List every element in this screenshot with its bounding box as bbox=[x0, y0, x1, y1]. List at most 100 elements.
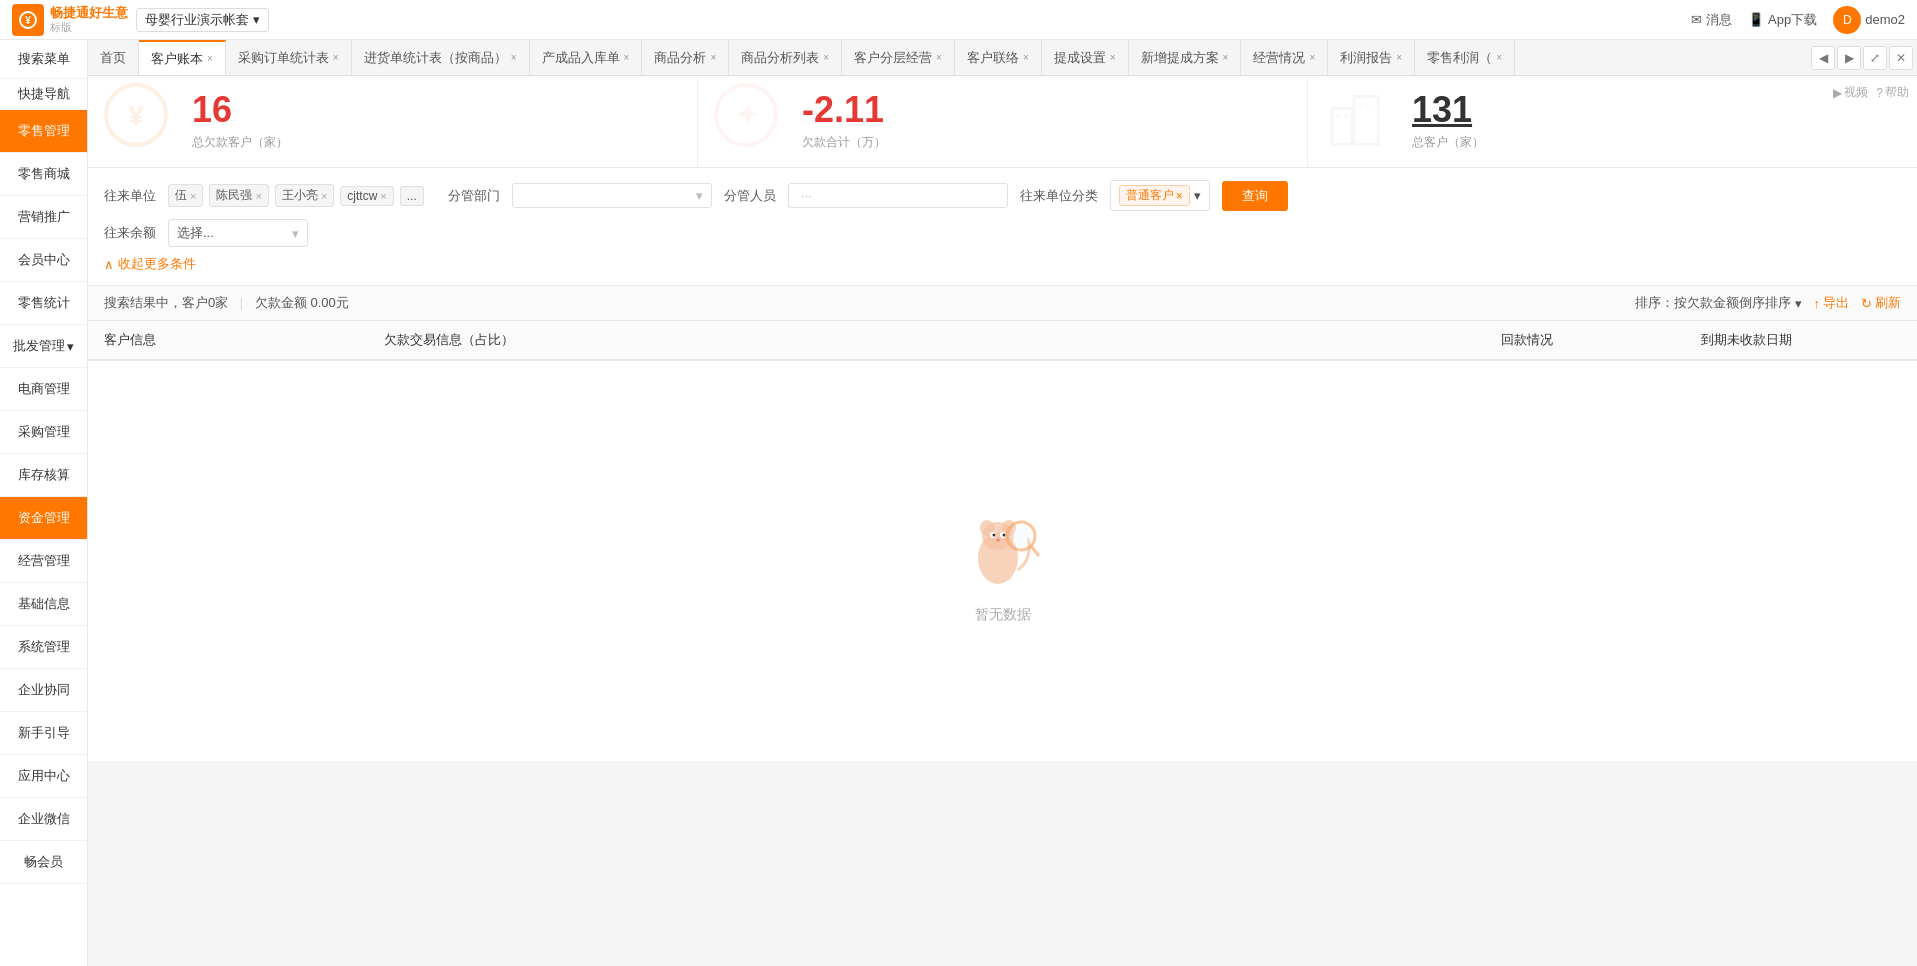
tab-purchase-order-close[interactable]: × bbox=[333, 52, 339, 63]
export-button[interactable]: ↑ 导出 bbox=[1814, 294, 1850, 312]
unit-class-tag-remove[interactable]: × bbox=[1176, 189, 1183, 203]
message-btn[interactable]: ✉ 消息 bbox=[1691, 11, 1732, 29]
sidebar-item-retail-stats[interactable]: 零售统计 bbox=[0, 282, 87, 325]
svg-text:¥: ¥ bbox=[25, 15, 31, 26]
tab-inbound-stats[interactable]: 进货单统计表（按商品） × bbox=[352, 40, 530, 76]
video-label: 视频 bbox=[1844, 84, 1868, 101]
stats-bar: ¥ 16 总欠款客户（家） ✦ -2.11 欠款合计（万） bbox=[88, 76, 1917, 168]
tab-business-close[interactable]: × bbox=[1309, 52, 1315, 63]
sidebar-item-enterprise-wechat[interactable]: 企业微信 bbox=[0, 798, 87, 841]
tab-customer-cost[interactable]: 客户账本 × bbox=[139, 40, 226, 76]
person-select[interactable]: ··· bbox=[788, 183, 1008, 208]
message-label: 消息 bbox=[1706, 11, 1732, 29]
tab-scroll-left-btn[interactable]: ◀ bbox=[1811, 46, 1835, 70]
tab-customer-segment[interactable]: 客户分层经营 × bbox=[842, 40, 955, 76]
refresh-label: 刷新 bbox=[1875, 294, 1901, 312]
tab-scroll-right-btn[interactable]: ▶ bbox=[1837, 46, 1861, 70]
sidebar-item-member-plus[interactable]: 畅会员 bbox=[0, 841, 87, 884]
sidebar-item-inventory[interactable]: 库存核算 bbox=[0, 454, 87, 497]
sidebar-search[interactable]: 搜索菜单 bbox=[0, 40, 87, 79]
app-download-btn[interactable]: 📱 App下载 bbox=[1748, 11, 1817, 29]
tab-goods-analysis-list[interactable]: 商品分析列表 × bbox=[729, 40, 842, 76]
tab-goods-analysis-list-close[interactable]: × bbox=[823, 52, 829, 63]
svg-point-18 bbox=[992, 534, 995, 537]
sidebar-item-newbie[interactable]: 新手引导 bbox=[0, 712, 87, 755]
help-link[interactable]: ? 帮助 bbox=[1876, 84, 1909, 101]
tab-goods-analysis-list-label: 商品分析列表 bbox=[741, 49, 819, 67]
video-link[interactable]: ▶ 视频 bbox=[1833, 84, 1868, 101]
avatar: D bbox=[1833, 6, 1861, 34]
query-button[interactable]: 查询 bbox=[1222, 181, 1288, 211]
sidebar-item-marketing[interactable]: 营销推广 bbox=[0, 196, 87, 239]
stat-owe-icon: ¥ bbox=[104, 83, 168, 147]
user-area[interactable]: D demo2 bbox=[1833, 6, 1905, 34]
dept-select[interactable]: ▾ bbox=[512, 183, 712, 208]
unit-tag-wu-remove[interactable]: × bbox=[190, 190, 196, 202]
stat-building-icon bbox=[1324, 88, 1388, 152]
unit-tag-more[interactable]: ... bbox=[400, 186, 424, 206]
company-name: 母婴行业演示帐套 bbox=[145, 11, 249, 29]
tab-promotion-settings-close[interactable]: × bbox=[1110, 52, 1116, 63]
tab-product-inbound-close[interactable]: × bbox=[624, 52, 630, 63]
tab-customer-contact-close[interactable]: × bbox=[1023, 52, 1029, 63]
balance-select[interactable]: 选择... ▾ bbox=[168, 219, 308, 247]
sidebar-item-retail-mgmt[interactable]: 零售管理 bbox=[0, 110, 87, 153]
tab-maximize-btn[interactable]: ⤢ bbox=[1863, 46, 1887, 70]
sidebar-item-ecom[interactable]: 电商管理 bbox=[0, 368, 87, 411]
tab-retail-profit[interactable]: 零售利润（ × bbox=[1415, 40, 1515, 76]
sort-arrow-icon: ▾ bbox=[1795, 296, 1802, 311]
tab-profit-report[interactable]: 利润报告 × bbox=[1328, 40, 1415, 76]
collapse-area: ∧ 收起更多条件 bbox=[104, 255, 1901, 273]
sidebar-item-member[interactable]: 会员中心 bbox=[0, 239, 87, 282]
sidebar-item-purchase[interactable]: 采购管理 bbox=[0, 411, 87, 454]
help-icon: ? bbox=[1876, 86, 1883, 100]
chevron-down-icon: ▾ bbox=[67, 339, 74, 354]
tab-new-promotion[interactable]: 新增提成方案 × bbox=[1129, 40, 1242, 76]
unit-tag-wu: 伍 × bbox=[168, 184, 203, 207]
stat-owe-customers-label: 总欠款客户（家） bbox=[192, 134, 673, 151]
tab-goods-analysis-close[interactable]: × bbox=[710, 52, 716, 63]
tab-retail-profit-close[interactable]: × bbox=[1496, 52, 1502, 63]
tab-promotion-settings[interactable]: 提成设置 × bbox=[1042, 40, 1129, 76]
tab-home[interactable]: 首页 bbox=[88, 40, 139, 76]
sidebar-item-retail-mall[interactable]: 零售商城 bbox=[0, 153, 87, 196]
empty-illustration bbox=[953, 498, 1053, 598]
tab-goods-analysis[interactable]: 商品分析 × bbox=[642, 40, 729, 76]
company-select[interactable]: 母婴行业演示帐套 ▾ bbox=[136, 8, 269, 32]
unit-tag-cjttcw-remove[interactable]: × bbox=[380, 190, 386, 202]
sidebar-item-basic[interactable]: 基础信息 bbox=[0, 583, 87, 626]
tab-customer-segment-close[interactable]: × bbox=[936, 52, 942, 63]
play-icon: ▶ bbox=[1833, 86, 1842, 100]
collapse-button[interactable]: ∧ 收起更多条件 bbox=[104, 255, 196, 273]
unit-tag-wang-remove[interactable]: × bbox=[321, 190, 327, 202]
sidebar-item-ops[interactable]: 经营管理 bbox=[0, 540, 87, 583]
tab-goods-analysis-label: 商品分析 bbox=[654, 49, 706, 67]
tab-close-all-btn[interactable]: ✕ bbox=[1889, 46, 1913, 70]
topbar-right: ✉ 消息 📱 App下载 D demo2 bbox=[1691, 6, 1905, 34]
tab-product-inbound[interactable]: 产成品入库单 × bbox=[530, 40, 643, 76]
sidebar-item-finance[interactable]: 资金管理 bbox=[0, 497, 87, 540]
results-divider: | bbox=[240, 295, 243, 310]
tab-bar-actions: ◀ ▶ ⤢ ✕ bbox=[1811, 46, 1917, 70]
sidebar-item-enterprise[interactable]: 企业协同 bbox=[0, 669, 87, 712]
stat-total-customers: 131 总客户（家） ▶ 视频 ? 帮助 bbox=[1308, 76, 1917, 167]
tab-inbound-close[interactable]: × bbox=[511, 52, 517, 63]
sidebar-item-wholesale[interactable]: 批发管理 ▾ bbox=[0, 325, 87, 368]
sort-select[interactable]: 排序：按欠款金额倒序排序 ▾ bbox=[1635, 294, 1802, 312]
balance-filter-label: 往来余额 bbox=[104, 224, 156, 242]
tab-customer-cost-close[interactable]: × bbox=[207, 53, 213, 64]
refresh-button[interactable]: ↻ 刷新 bbox=[1861, 294, 1901, 312]
tab-business[interactable]: 经营情况 × bbox=[1241, 40, 1328, 76]
tab-bar: 首页 客户账本 × 采购订单统计表 × 进货单统计表（按商品） × 产成品入库单… bbox=[88, 40, 1917, 76]
tab-profit-report-close[interactable]: × bbox=[1396, 52, 1402, 63]
tab-new-promotion-close[interactable]: × bbox=[1223, 52, 1229, 63]
sidebar-item-system[interactable]: 系统管理 bbox=[0, 626, 87, 669]
svg-rect-6 bbox=[1332, 108, 1352, 144]
tab-customer-contact[interactable]: 客户联络 × bbox=[955, 40, 1042, 76]
tab-purchase-order-stats[interactable]: 采购订单统计表 × bbox=[226, 40, 352, 76]
sidebar-item-app-center[interactable]: 应用中心 bbox=[0, 755, 87, 798]
unit-class-select[interactable]: 普通客户 × ▾ bbox=[1110, 180, 1210, 211]
tab-customer-cost-label: 客户账本 bbox=[151, 50, 203, 68]
sidebar-quick-nav[interactable]: 快捷导航 bbox=[0, 79, 87, 110]
unit-tag-chen-remove[interactable]: × bbox=[255, 190, 261, 202]
